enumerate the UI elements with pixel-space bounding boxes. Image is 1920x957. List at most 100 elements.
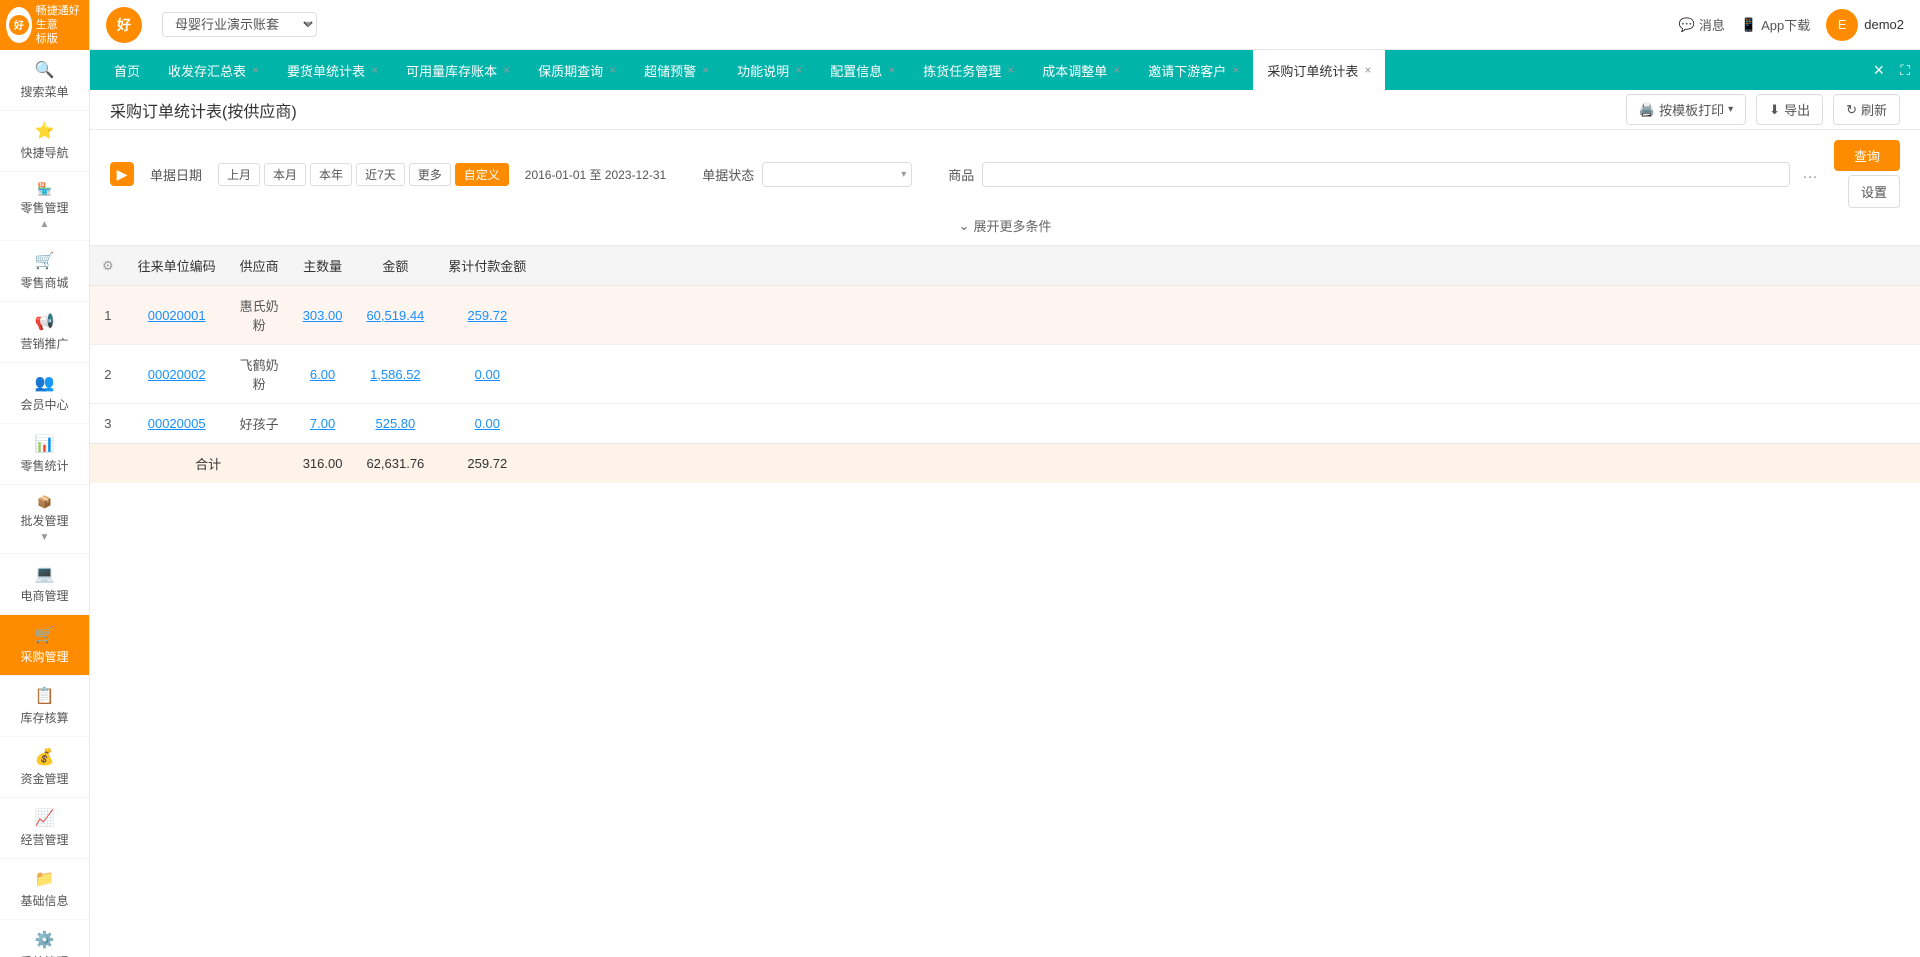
th-empty	[538, 246, 1920, 286]
row-code[interactable]: 00020001	[126, 286, 228, 345]
tab-close-icon[interactable]: ×	[1232, 63, 1239, 77]
data-table-container: ⚙ 往来单位编码 供应商 主数量 金额 累计付款金额 1 00020001 惠氏…	[90, 246, 1920, 957]
sidebar-item-operations[interactable]: 📈 经营管理	[0, 798, 89, 859]
sidebar-item-marketing[interactable]: 📢 营销推广	[0, 302, 89, 363]
export-icon: ⬇	[1769, 102, 1780, 118]
app-download-button[interactable]: 📱 App下载	[1741, 15, 1810, 34]
date-this-year[interactable]: 本年	[310, 163, 352, 186]
expand-button[interactable]: ⌄ 展开更多条件	[959, 216, 1052, 235]
tab-close-icon[interactable]: ×	[888, 63, 895, 77]
row-code[interactable]: 00020005	[126, 404, 228, 444]
status-label: 单据状态	[702, 165, 754, 184]
row-qty[interactable]: 6.00	[291, 345, 355, 404]
data-table: ⚙ 往来单位编码 供应商 主数量 金额 累计付款金额 1 00020001 惠氏…	[90, 246, 1920, 483]
goods-input[interactable]	[982, 162, 1790, 187]
table-header-row: ⚙ 往来单位编码 供应商 主数量 金额 累计付款金额	[90, 246, 1920, 286]
th-qty: 主数量	[291, 246, 355, 286]
tab-shelf-life[interactable]: 保质期查询 ×	[524, 50, 630, 90]
retail-icon: 🏪	[37, 182, 52, 196]
sidebar-item-system[interactable]: ⚙️ 系统管理	[0, 920, 89, 957]
date-range-display: 2016-01-01 至 2023-12-31	[525, 166, 666, 183]
sidebar-item-retail[interactable]: 🏪 零售管理 ▲	[0, 172, 89, 241]
sidebar-item-mall[interactable]: 🛒 零售商城	[0, 241, 89, 302]
sidebar-item-nav[interactable]: ⭐ 快捷导航	[0, 111, 89, 172]
top-header-right: 💬 消息 📱 App下载 E demo2	[1679, 9, 1904, 41]
sidebar-item-finance[interactable]: 💰 资金管理	[0, 737, 89, 798]
expand-down-icon: ⌄	[959, 218, 970, 234]
settings-column-header[interactable]: ⚙	[90, 246, 126, 286]
sidebar-item-retail-stats[interactable]: 📊 零售统计	[0, 424, 89, 485]
tab-close-icon[interactable]: ×	[371, 63, 378, 77]
export-button[interactable]: ⬇ 导出	[1756, 94, 1823, 125]
mall-icon: 🛒	[35, 251, 55, 271]
filter-row: ▶ 单据日期 上月 本月 本年 近7天 更多 自定义 2016-01-01 至 …	[110, 140, 1900, 208]
ecommerce-icon: 💻	[35, 564, 55, 584]
tab-close-icon[interactable]: ×	[1113, 63, 1120, 77]
tab-pick-tasks[interactable]: 拣货任务管理 ×	[909, 50, 1028, 90]
status-select[interactable]	[762, 162, 912, 187]
breadcrumb-select[interactable]: 母婴行业演示账套	[162, 12, 317, 37]
more-options-icon[interactable]: …	[1802, 165, 1818, 183]
tab-cost-adjust[interactable]: 成本调整单 ×	[1028, 50, 1134, 90]
tab-purchase-order-stats[interactable]: 采购订单统计表 ×	[1253, 50, 1385, 90]
sidebar-item-ecommerce[interactable]: 💻 电商管理	[0, 554, 89, 615]
date-custom[interactable]: 自定义	[455, 163, 509, 186]
tab-close-icon[interactable]: ×	[252, 63, 259, 77]
print-button[interactable]: 🖨️ 按模板打印 ▾	[1626, 94, 1746, 125]
date-this-month[interactable]: 本月	[264, 163, 306, 186]
tab-close-icon[interactable]: ×	[503, 63, 510, 77]
th-code: 往来单位编码	[126, 246, 228, 286]
filter-toggle-button[interactable]: ▶	[110, 162, 134, 186]
sidebar-item-purchase[interactable]: 🛒 采购管理	[0, 615, 89, 676]
row-paid[interactable]: 0.00	[436, 345, 538, 404]
download-icon: 📱	[1741, 17, 1757, 33]
sidebar-item-base[interactable]: 📁 基础信息	[0, 859, 89, 920]
sidebar-item-search[interactable]: 🔍 搜索菜单	[0, 50, 89, 111]
row-empty	[538, 345, 1920, 404]
tab-invite-customers[interactable]: 邀请下游客户 ×	[1134, 50, 1253, 90]
tab-stock-summary[interactable]: 收发存汇总表 ×	[154, 50, 273, 90]
tab-home[interactable]: 首页	[100, 50, 154, 90]
row-qty[interactable]: 303.00	[291, 286, 355, 345]
footer-paid: 259.72	[436, 444, 538, 484]
date-last-month[interactable]: 上月	[218, 163, 260, 186]
row-qty[interactable]: 7.00	[291, 404, 355, 444]
sidebar-item-members[interactable]: 👥 会员中心	[0, 363, 89, 424]
row-paid[interactable]: 0.00	[436, 404, 538, 444]
sidebar-item-inventory[interactable]: 📋 库存核算	[0, 676, 89, 737]
footer-empty	[90, 444, 126, 484]
sidebar-item-wholesale[interactable]: 📦 批发管理 ▼	[0, 485, 89, 554]
nav-maximize-btn[interactable]: ⛶	[1900, 62, 1910, 79]
nav-close-btn[interactable]: ×	[1874, 60, 1885, 81]
tab-close-icon[interactable]: ×	[1364, 63, 1371, 77]
top-header: 好 母婴行业演示账套 💬 消息 📱 App下载 E	[90, 0, 1920, 50]
user-profile[interactable]: E demo2	[1826, 9, 1904, 41]
tab-close-icon[interactable]: ×	[1007, 63, 1014, 77]
tab-available-inventory[interactable]: 可用量库存账本 ×	[392, 50, 524, 90]
row-amount[interactable]: 525.80	[354, 404, 436, 444]
tab-order-stats[interactable]: 要货单统计表 ×	[273, 50, 392, 90]
row-index: 3	[90, 404, 126, 444]
date-last-7days[interactable]: 近7天	[356, 163, 405, 186]
right-arrow-icon: ▶	[117, 166, 128, 183]
settings-button[interactable]: 设置	[1848, 175, 1900, 208]
refresh-button[interactable]: ↻ 刷新	[1833, 94, 1900, 125]
status-filter: 单据状态	[702, 162, 912, 187]
query-button[interactable]: 查询	[1834, 140, 1900, 171]
row-amount[interactable]: 1,586.52	[354, 345, 436, 404]
tab-close-icon[interactable]: ×	[795, 63, 802, 77]
user-name: demo2	[1864, 17, 1904, 32]
tab-instructions[interactable]: 功能说明 ×	[723, 50, 816, 90]
tab-close-icon[interactable]: ×	[609, 63, 616, 77]
row-paid[interactable]: 259.72	[436, 286, 538, 345]
date-more[interactable]: 更多	[409, 163, 451, 186]
tab-close-icon[interactable]: ×	[702, 63, 709, 77]
logo-icon: 好	[6, 7, 32, 43]
svg-text:好: 好	[116, 17, 131, 33]
tab-config[interactable]: 配置信息 ×	[816, 50, 909, 90]
row-amount[interactable]: 60,519.44	[354, 286, 436, 345]
row-supplier: 好孩子	[228, 404, 291, 444]
message-button[interactable]: 💬 消息	[1679, 15, 1725, 34]
row-code[interactable]: 00020002	[126, 345, 228, 404]
tab-overstock[interactable]: 超储预警 ×	[630, 50, 723, 90]
